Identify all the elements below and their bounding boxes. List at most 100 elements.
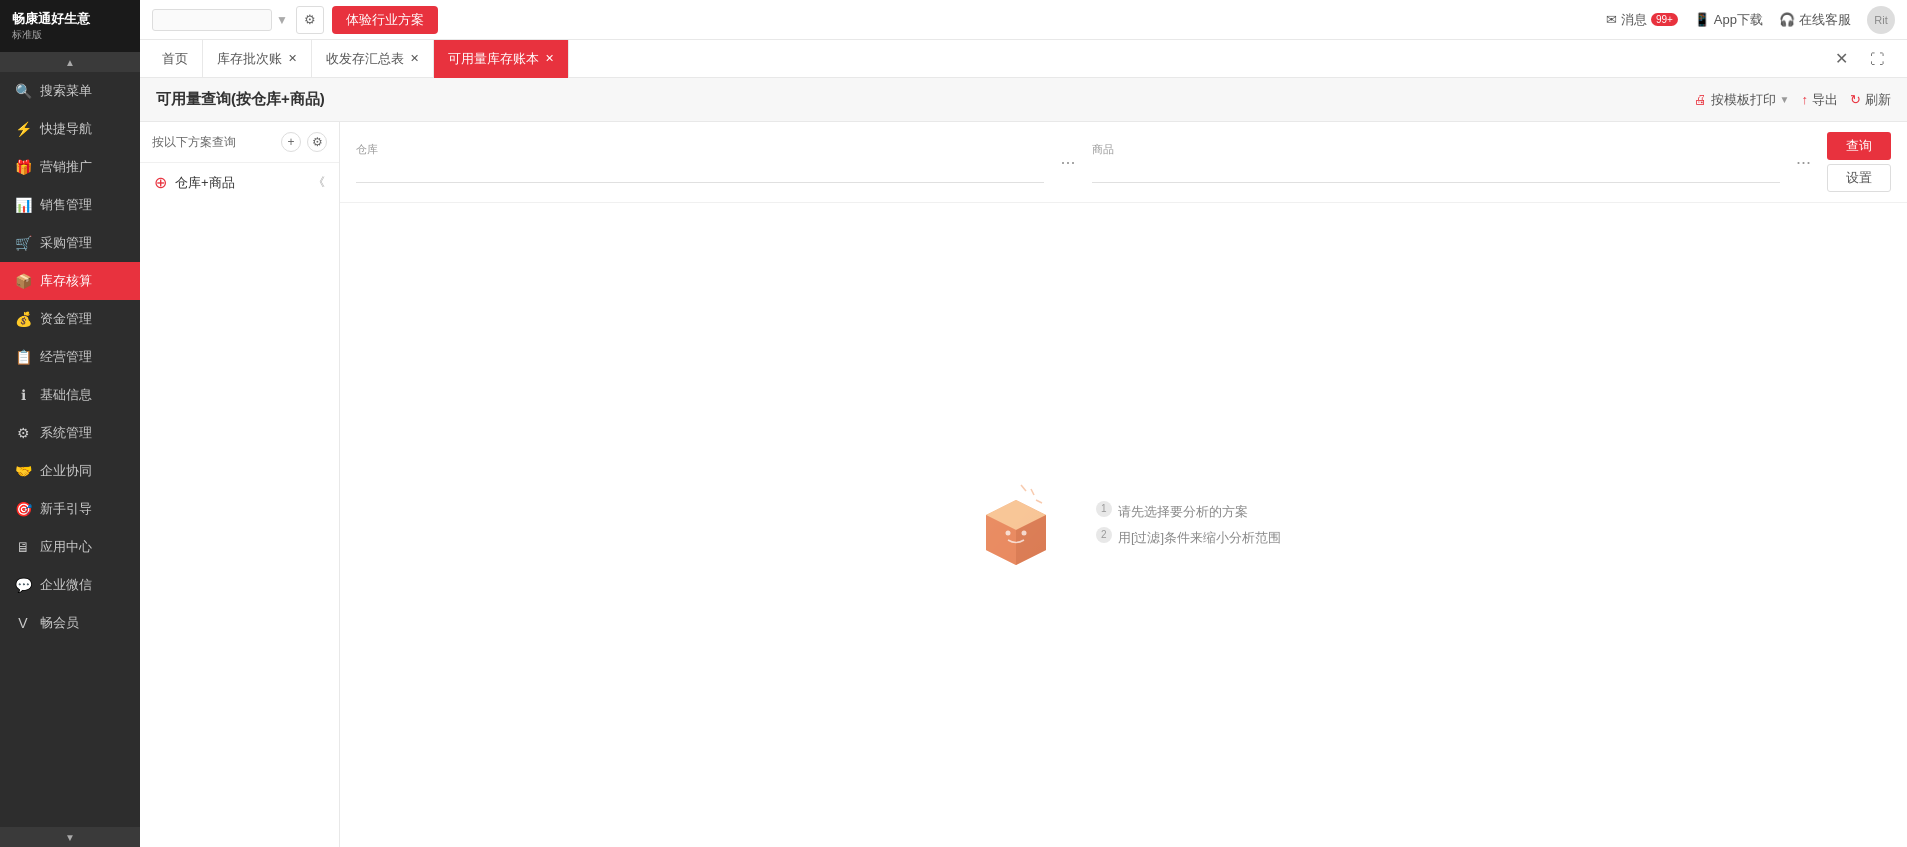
sidebar-icon-2: 🎁 (14, 159, 32, 175)
online-service-button[interactable]: 🎧 在线客服 (1779, 11, 1851, 29)
tab-maximize-button[interactable]: ⛶ (1863, 45, 1891, 73)
empty-state: 1 请先选择要分析的方案 2 用[过滤]条件来缩小分析范围 (340, 203, 1907, 847)
svg-line-7 (1031, 489, 1034, 495)
export-icon: ↑ (1802, 92, 1809, 107)
settings-button[interactable]: 设置 (1827, 164, 1891, 192)
left-panel-header: 按以下方案查询 + ⚙ (140, 122, 339, 163)
app-name: 畅康通好生意 (12, 10, 128, 28)
sidebar-icon-14: V (14, 615, 32, 631)
step-1-num: 1 (1096, 501, 1112, 517)
message-button[interactable]: ✉ 消息 99+ (1606, 11, 1678, 29)
sidebar-label-3: 销售管理 (40, 196, 92, 214)
sidebar-icon-11: 🎯 (14, 501, 32, 517)
trial-industry-button[interactable]: 体验行业方案 (332, 6, 438, 34)
svg-line-6 (1021, 485, 1026, 491)
left-panel-title: 按以下方案查询 (152, 134, 236, 151)
warehouse-filter: 仓库 (356, 142, 1044, 183)
headset-icon: 🎧 (1779, 12, 1795, 27)
settings-scheme-button[interactable]: ⚙ (307, 132, 327, 152)
sidebar-item-基础信息[interactable]: ℹ 基础信息 (0, 376, 140, 414)
app-version: 标准版 (12, 28, 128, 42)
sidebar-scroll-up[interactable]: ▲ (0, 52, 140, 72)
tab-home[interactable]: 首页 (148, 40, 203, 78)
message-icon: ✉ (1606, 12, 1617, 27)
product-more-icon[interactable]: ··· (1792, 152, 1815, 173)
sidebar-scroll-down[interactable]: ▼ (0, 827, 140, 847)
topbar-search-area: ▼ (152, 9, 288, 31)
warehouse-more-icon[interactable]: ··· (1056, 152, 1079, 173)
message-badge: 99+ (1651, 13, 1678, 26)
sidebar-item-采购管理[interactable]: 🛒 采购管理 (0, 224, 140, 262)
warehouse-input[interactable] (356, 159, 1044, 183)
page-header: 可用量查询(按仓库+商品) 🖨 按模板打印 ▼ ↑ 导出 ↻ 刷新 (140, 78, 1907, 122)
sidebar-label-12: 应用中心 (40, 538, 92, 556)
tab-home-label: 首页 (162, 50, 188, 68)
refresh-label: 刷新 (1865, 91, 1891, 109)
gear-button[interactable]: ⚙ (296, 6, 324, 34)
sidebar-item-快捷导航[interactable]: ⚡ 快捷导航 (0, 110, 140, 148)
sidebar-label-13: 企业微信 (40, 576, 92, 594)
topbar-search-dropdown[interactable]: ▼ (276, 13, 288, 27)
sidebar-item-库存核算[interactable]: 📦 库存核算 (0, 262, 140, 300)
left-panel-actions: + ⚙ (281, 132, 327, 152)
sidebar-label-9: 系统管理 (40, 424, 92, 442)
sidebar-icon-4: 🛒 (14, 235, 32, 251)
sidebar-item-系统管理[interactable]: ⚙ 系统管理 (0, 414, 140, 452)
step-2-num: 2 (1096, 527, 1112, 543)
sidebar-item-营销推广[interactable]: 🎁 营销推广 (0, 148, 140, 186)
sidebar-item-经营管理[interactable]: 📋 经营管理 (0, 338, 140, 376)
export-label: 导出 (1812, 91, 1838, 109)
sidebar-item-销售管理[interactable]: 📊 销售管理 (0, 186, 140, 224)
tab-inventory-summary-close[interactable]: ✕ (410, 52, 419, 65)
sidebar-item-新手引导[interactable]: 🎯 新手引导 (0, 490, 140, 528)
sidebar-item-搜索菜单[interactable]: 🔍 搜索菜单 (0, 72, 140, 110)
sidebar-label-2: 营销推广 (40, 158, 92, 176)
product-filter: 商品 (1092, 142, 1780, 183)
left-panel: 按以下方案查询 + ⚙ ⊕ 仓库+商品 《 (140, 122, 340, 847)
phone-icon: 📱 (1694, 12, 1710, 27)
sidebar-icon-13: 💬 (14, 577, 32, 593)
sidebar-scroll: 🔍 搜索菜单 ⚡ 快捷导航 🎁 营销推广 📊 销售管理 🛒 采购管理 📦 库存核… (0, 72, 140, 827)
sidebar-icon-12: 🖥 (14, 539, 32, 555)
tab-inventory-batch-close[interactable]: ✕ (288, 52, 297, 65)
scheme-item-warehouse-product[interactable]: ⊕ 仓库+商品 《 (140, 163, 339, 202)
sidebar-item-应用中心[interactable]: 🖥 应用中心 (0, 528, 140, 566)
app-download-button[interactable]: 📱 App下载 (1694, 11, 1763, 29)
scheme-label: 仓库+商品 (175, 174, 235, 192)
tab-inventory-summary[interactable]: 收发存汇总表 ✕ (312, 40, 434, 78)
sidebar-icon-9: ⚙ (14, 425, 32, 441)
tabs-right-actions: ✕ ⛶ (1827, 45, 1899, 73)
print-dropdown-icon[interactable]: ▼ (1780, 94, 1790, 105)
sidebar-label-14: 畅会员 (40, 614, 79, 632)
print-button[interactable]: 🖨 按模板打印 ▼ (1694, 91, 1790, 109)
query-button[interactable]: 查询 (1827, 132, 1891, 160)
topbar: ▼ ⚙ 体验行业方案 ✉ 消息 99+ 📱 App下载 🎧 在线客服 Rit (140, 0, 1907, 40)
sidebar-icon-3: 📊 (14, 197, 32, 213)
sidebar-label-1: 快捷导航 (40, 120, 92, 138)
add-scheme-button[interactable]: + (281, 132, 301, 152)
sidebar: 畅康通好生意 标准版 ▲ 🔍 搜索菜单 ⚡ 快捷导航 🎁 营销推广 📊 销售管理… (0, 0, 140, 847)
tab-close-button[interactable]: ✕ (1827, 45, 1855, 73)
tab-available-stock-close[interactable]: ✕ (545, 52, 554, 65)
refresh-button[interactable]: ↻ 刷新 (1850, 91, 1891, 109)
sidebar-label-6: 资金管理 (40, 310, 92, 328)
collapse-icon[interactable]: 《 (313, 174, 325, 191)
user-name: Rit (1874, 14, 1887, 26)
tab-available-stock[interactable]: 可用量库存账本 ✕ (434, 40, 569, 78)
sidebar-item-企业协同[interactable]: 🤝 企业协同 (0, 452, 140, 490)
sidebar-item-畅会员[interactable]: V 畅会员 (0, 604, 140, 642)
product-input[interactable] (1092, 159, 1780, 183)
tab-inventory-batch[interactable]: 库存批次账 ✕ (203, 40, 312, 78)
svg-point-4 (1005, 531, 1010, 536)
sidebar-icon-1: ⚡ (14, 121, 32, 137)
tab-inventory-batch-label: 库存批次账 (217, 50, 282, 68)
tab-available-stock-label: 可用量库存账本 (448, 50, 539, 68)
step-1-text: 请先选择要分析的方案 (1118, 499, 1248, 525)
user-avatar[interactable]: Rit (1867, 6, 1895, 34)
topbar-search-input[interactable] (152, 9, 272, 31)
export-button[interactable]: ↑ 导出 (1802, 91, 1839, 109)
sidebar-item-资金管理[interactable]: 💰 资金管理 (0, 300, 140, 338)
sidebar-label-0: 搜索菜单 (40, 82, 92, 100)
sidebar-item-企业微信[interactable]: 💬 企业微信 (0, 566, 140, 604)
right-panel: 仓库 ··· 商品 ··· 查询 设置 (340, 122, 1907, 847)
